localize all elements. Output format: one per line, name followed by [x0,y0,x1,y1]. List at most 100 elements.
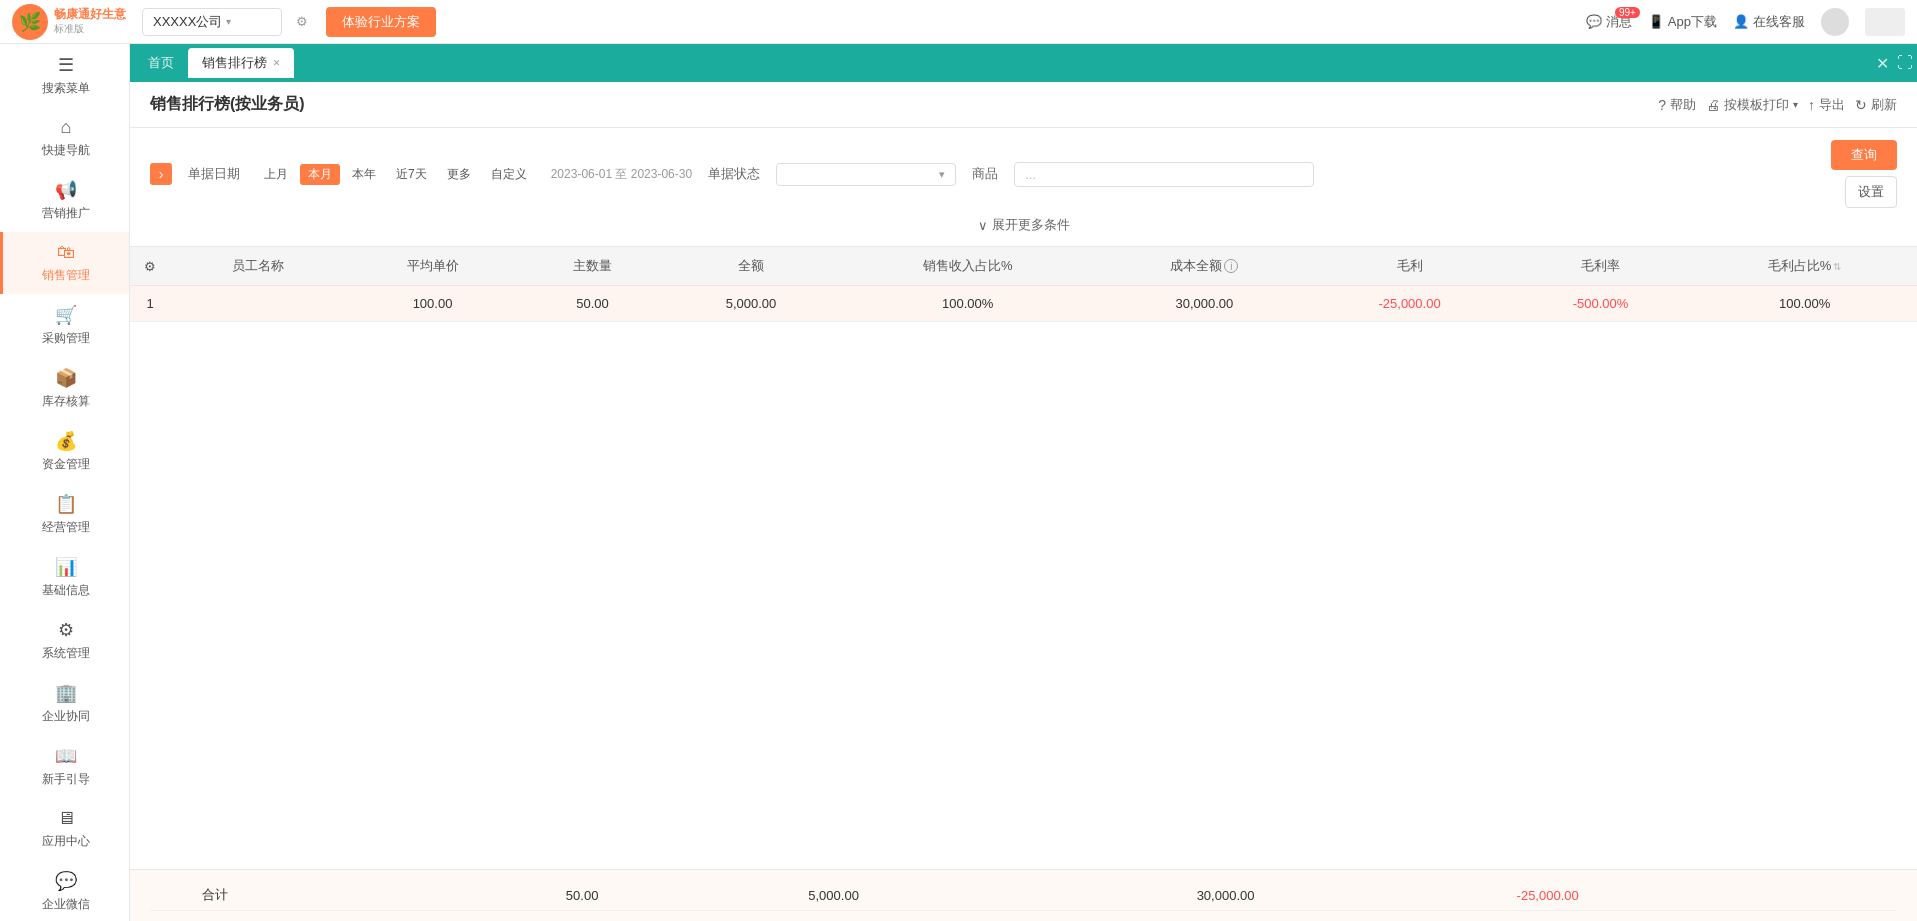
export-icon: ↑ [1808,97,1815,113]
sidebar-item-operation[interactable]: 📋 经营管理 [0,483,129,546]
top-bar: 🌿 畅康通好生意 标准版 XXXXX公司 ▾ ⚙ 体验行业方案 💬 消息 99+… [0,0,1917,44]
settings-button[interactable]: 设置 [1845,176,1897,208]
sidebar-item-search[interactable]: ☰ 搜索菜单 [0,44,129,107]
sidebar-item-wechat[interactable]: 💬 企业微信 [0,860,129,921]
th-cost: 成本全额i [1098,247,1310,286]
sidebar-item-basic-info[interactable]: 📊 基础信息 [0,546,129,609]
filter-right-actions: 查询 设置 [1831,140,1897,208]
enterprise-icon: 🏢 [55,682,77,704]
expand-down-icon: ∨ [978,218,988,233]
status-chevron-icon: ▾ [939,168,945,181]
status-select[interactable]: ▾ [776,163,956,186]
table-row: 1 100.00 50.00 5,000.00 100.00% 30,000.0… [130,286,1917,322]
date-tab-custom[interactable]: 自定义 [483,164,535,185]
sidebar-item-inventory[interactable]: 📦 库存核算 [0,357,129,420]
tab-close-window-icon[interactable]: ✕ [1876,54,1889,73]
cell-amount: 5,000.00 [665,286,837,322]
sidebar-item-sales[interactable]: 🛍 销售管理 [0,232,129,294]
template-print-btn[interactable]: 🖨 按模板打印 ▾ [1706,96,1798,114]
export-label: 导出 [1819,96,1845,114]
page-header: 销售排行榜(按业务员) ? 帮助 🖨 按模板打印 ▾ ↑ 导出 [130,82,1917,128]
filter-expand-arrow[interactable]: › [150,163,172,185]
header-actions: ? 帮助 🖨 按模板打印 ▾ ↑ 导出 ↻ 刷新 [1658,96,1897,114]
avatar [1821,8,1849,36]
expand-more-conditions-btn[interactable]: ∨ 展开更多条件 [978,216,1070,234]
cost-info-icon[interactable]: i [1224,259,1238,273]
marketing-icon: 📢 [55,179,77,201]
settings-icon-btn[interactable]: ⚙ [288,8,316,36]
sidebar-item-label: 销售管理 [42,267,90,284]
goods-select[interactable]: ... [1014,162,1314,187]
date-tabs: 上月 本月 本年 近7天 更多 自定义 [256,164,535,185]
help-label: 帮助 [1670,96,1696,114]
table-header-row: ⚙ 员工名称 平均单价 主数量 全额 销售收入占比% 成本全额i 毛利 毛利率 … [130,247,1917,286]
cell-profit: -25,000.00 [1310,286,1508,322]
print-icon: 🖨 [1706,97,1720,113]
app-download-btn[interactable]: 📱 App下载 [1648,13,1717,31]
refresh-btn[interactable]: ↻ 刷新 [1855,96,1897,114]
table-body: 1 100.00 50.00 5,000.00 100.00% 30,000.0… [130,286,1917,322]
sidebar-item-purchase[interactable]: 🛒 采购管理 [0,294,129,357]
footer-cell-avgprice [382,880,474,911]
sidebar-item-label: 资金管理 [42,456,90,473]
sidebar-item-app-center[interactable]: 🖥 应用中心 [0,798,129,860]
tab-restore-icon[interactable]: ⛶ [1897,54,1913,72]
sidebar-item-label: 企业协同 [42,708,90,725]
company-selector[interactable]: XXXXX公司 ▾ [142,8,282,36]
th-profit: 毛利 [1310,247,1508,286]
tab-home-label: 首页 [148,55,174,70]
cell-profit-pct: 100.00% [1692,286,1917,322]
footer-cell-salespct [977,880,1069,911]
sidebar-item-label: 库存核算 [42,393,90,410]
company-name: XXXXX公司 [153,13,222,31]
expand-label: 展开更多条件 [992,216,1070,234]
tab-home[interactable]: 首页 [134,48,188,78]
cell-avg-price: 100.00 [345,286,520,322]
message-icon: 💬 [1586,14,1602,29]
home-icon: ⌂ [61,117,72,138]
help-btn[interactable]: ? 帮助 [1658,96,1696,114]
date-tab-more[interactable]: 更多 [439,164,479,185]
sidebar-item-guide[interactable]: 📖 新手引导 [0,735,129,798]
tab-bar-right: ✕ ⛶ [1876,54,1913,73]
date-range: 2023-06-01 至 2023-06-30 [551,166,692,183]
export-btn[interactable]: ↑ 导出 [1808,96,1845,114]
message-btn[interactable]: 💬 消息 99+ [1586,13,1632,31]
sidebar-item-system[interactable]: ⚙ 系统管理 [0,609,129,672]
query-button[interactable]: 查询 [1831,140,1897,170]
sidebar-item-label: 营销推广 [42,205,90,222]
th-profit-pct: 毛利占比%⇅ [1692,247,1917,286]
help-icon: ? [1658,97,1666,113]
date-tab-prev-month[interactable]: 上月 [256,164,296,185]
filter-expand-row: ∨ 展开更多条件 [150,208,1897,234]
sidebar-item-marketing[interactable]: 📢 营销推广 [0,169,129,232]
logo-icon: 🌿 [12,4,48,40]
app-download-label: App下载 [1668,13,1717,31]
main-layout: ☰ 搜索菜单 ⌂ 快捷导航 📢 营销推广 🛍 销售管理 🛒 采购管理 📦 库存核… [0,44,1917,921]
th-gear[interactable]: ⚙ [130,247,170,286]
tab-close-icon[interactable]: × [273,56,280,70]
page-content: 销售排行榜(按业务员) ? 帮助 🖨 按模板打印 ▾ ↑ 导出 [130,82,1917,921]
sidebar-item-quick-nav[interactable]: ⌂ 快捷导航 [0,107,129,169]
cell-cost: 30,000.00 [1098,286,1310,322]
th-amount: 全额 [665,247,837,286]
guide-icon: 📖 [55,745,77,767]
date-tab-current-month[interactable]: 本月 [300,164,340,185]
sidebar-item-label: 经营管理 [42,519,90,536]
sort-icon: ⇅ [1833,261,1841,272]
online-service-btn[interactable]: 👤 在线客服 [1733,13,1805,31]
sidebar-item-enterprise[interactable]: 🏢 企业协同 [0,672,129,735]
tab-sales-ranking[interactable]: 销售排行榜 × [188,48,294,78]
trial-button[interactable]: 体验行业方案 [326,7,436,37]
sidebar-item-finance[interactable]: 💰 资金管理 [0,420,129,483]
date-tab-7days[interactable]: 近7天 [388,164,435,185]
footer-quantity: 50.00 [474,880,691,911]
ranking-table: ⚙ 员工名称 平均单价 主数量 全额 销售收入占比% 成本全额i 毛利 毛利率 … [130,247,1917,322]
cell-sales-pct: 100.00% [837,286,1099,322]
message-badge: 99+ [1615,7,1640,18]
date-tab-current-year[interactable]: 本年 [344,164,384,185]
footer-total-label: 合计 [190,880,382,911]
sales-icon: 🛍 [57,242,75,263]
footer-amount: 5,000.00 [691,880,977,911]
cell-quantity: 50.00 [520,286,665,322]
